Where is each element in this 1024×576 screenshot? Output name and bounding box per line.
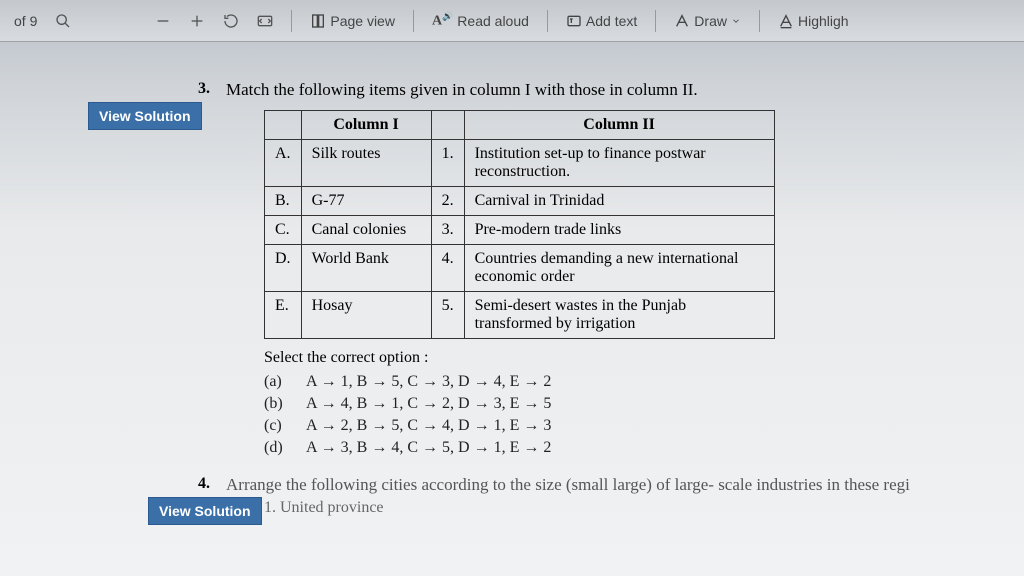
separator (291, 10, 292, 32)
option-c: (c) A → 2, B → 5, C → 4, D → 1, E → 3 (264, 417, 964, 435)
highlight-button[interactable]: Highligh (772, 11, 855, 31)
draw-label: Draw (694, 13, 727, 29)
view-solution-label: View Solution (99, 108, 191, 124)
zoom-in-icon[interactable] (183, 7, 211, 35)
search-icon[interactable] (49, 7, 77, 35)
match-table: Column I Column II A. Silk routes 1. Ins… (264, 110, 775, 339)
question-4-header: 4. Arrange the following cities accordin… (60, 475, 964, 495)
view-solution-label: View Solution (159, 503, 251, 519)
document-content: 3. Match the following items given in co… (0, 42, 1024, 515)
table-row: E. Hosay 5. Semi-desert wastes in the Pu… (265, 292, 775, 339)
page-view-button[interactable]: Page view (304, 11, 401, 31)
separator (413, 10, 414, 32)
add-text-label: Add text (586, 13, 637, 29)
separator (759, 10, 760, 32)
q4-partial: 1. United province (264, 495, 964, 517)
option-a: (a) A → 1, B → 5, C → 3, D → 4, E → 2 (264, 373, 964, 391)
col2-header: Column II (464, 111, 774, 140)
table-row: D. World Bank 4. Countries demanding a n… (265, 245, 775, 292)
view-solution-button[interactable]: View Solution (148, 497, 262, 525)
question-text: Match the following items given in colum… (226, 80, 964, 100)
separator (547, 10, 548, 32)
question-number: 3. (170, 80, 210, 98)
option-b: (b) A → 4, B → 1, C → 2, D → 3, E → 5 (264, 395, 964, 413)
question-3-header: 3. Match the following items given in co… (60, 80, 964, 100)
page-counter: of 9 (8, 13, 43, 29)
chevron-down-icon (731, 16, 741, 26)
question-text: Arrange the following cities according t… (226, 475, 964, 495)
zoom-out-icon[interactable] (149, 7, 177, 35)
highlight-label: Highligh (798, 13, 849, 29)
view-solution-button[interactable]: View Solution (88, 102, 202, 130)
fit-width-icon[interactable] (251, 7, 279, 35)
table-row: B. G-77 2. Carnival in Trinidad (265, 187, 775, 216)
table-header-row: Column I Column II (265, 111, 775, 140)
table-row: C. Canal colonies 3. Pre-modern trade li… (265, 216, 775, 245)
read-aloud-button[interactable]: A🔊 Read aloud (426, 9, 535, 32)
page-view-label: Page view (330, 13, 395, 29)
read-aloud-label: Read aloud (457, 13, 529, 29)
add-text-button[interactable]: Add text (560, 11, 643, 31)
rotate-icon[interactable] (217, 7, 245, 35)
col1-header: Column I (301, 111, 431, 140)
select-prompt: Select the correct option : (264, 349, 964, 367)
separator (655, 10, 656, 32)
question-number: 4. (170, 475, 210, 495)
match-table-wrap: Column I Column II A. Silk routes 1. Ins… (264, 110, 964, 339)
draw-button[interactable]: Draw (668, 11, 747, 31)
table-row: A. Silk routes 1. Institution set-up to … (265, 140, 775, 187)
options-list: (a) A → 1, B → 5, C → 3, D → 4, E → 2 (b… (264, 373, 964, 457)
pdf-toolbar: of 9 Page view A🔊 Read aloud Add text Dr… (0, 0, 1024, 42)
option-d: (d) A → 3, B → 4, C → 5, D → 1, E → 2 (264, 439, 964, 457)
